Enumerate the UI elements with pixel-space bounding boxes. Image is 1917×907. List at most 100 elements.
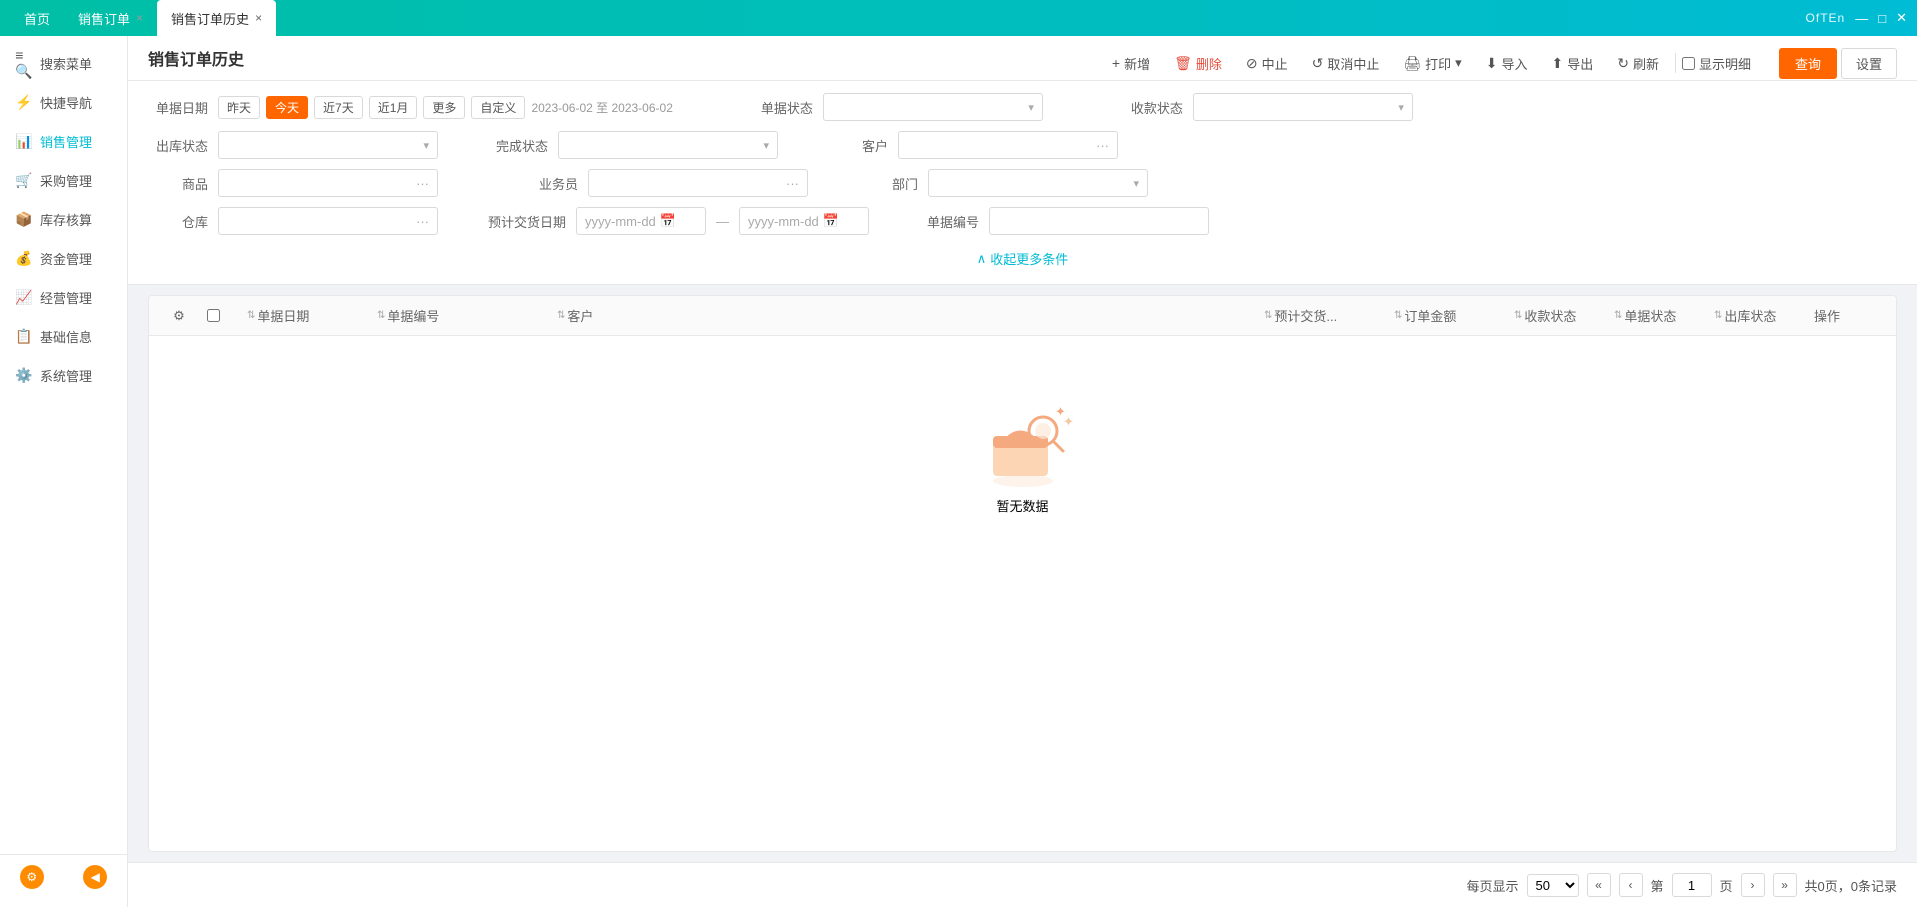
warehouse-input[interactable]: ···	[218, 207, 438, 235]
sidebar-item-capital-mgmt-label: 资金管理	[40, 249, 92, 268]
sidebar-settings-icon[interactable]: ⚙	[20, 865, 44, 889]
today-btn[interactable]: 今天	[266, 96, 308, 119]
th-pay-status[interactable]: ⇅ 收款状态	[1506, 306, 1606, 325]
sidebar-item-operation-mgmt[interactable]: 📈 经营管理	[0, 278, 127, 317]
tab-sales-order[interactable]: 销售订单 ×	[64, 0, 157, 36]
show-detail-label[interactable]: 显示明细	[1682, 54, 1751, 73]
order-status-select[interactable]: ▾	[823, 93, 1043, 121]
window-max-btn[interactable]: □	[1878, 11, 1886, 26]
yesterday-btn[interactable]: 昨天	[218, 96, 260, 119]
table-area: ⚙ ⇅ 单据日期 ⇅ 单据编号 ⇅ 客户 ⇅	[148, 295, 1897, 852]
tab-home[interactable]: 首页	[10, 0, 64, 36]
last1month-btn[interactable]: 近1月	[369, 96, 418, 119]
more-btn[interactable]: 更多	[423, 96, 465, 119]
print-button[interactable]: 🖨 打印 ▾	[1393, 50, 1471, 77]
delivery-start-input[interactable]: yyyy-mm-dd 📅	[576, 207, 706, 235]
sidebar-item-basic-info[interactable]: 📋 基础信息	[0, 317, 127, 356]
sidebar-collapse-icon[interactable]: ◀	[83, 865, 107, 889]
delete-icon: 🗑	[1174, 55, 1192, 72]
th-order-no[interactable]: ⇅ 单据编号	[369, 306, 549, 325]
delivery-start-placeholder: yyyy-mm-dd	[585, 214, 656, 229]
query-button[interactable]: 查询	[1779, 48, 1837, 79]
import-label: 导入	[1501, 54, 1527, 73]
customer-input[interactable]: ···	[898, 131, 1118, 159]
refresh-button[interactable]: ↻ 刷新	[1607, 50, 1669, 77]
settings-button[interactable]: 设置	[1841, 48, 1897, 79]
pay-status-arrow-icon: ▾	[1398, 101, 1404, 114]
delivery-end-cal-icon: 📅	[823, 213, 839, 229]
total-text: 共0页，0条记录	[1805, 876, 1897, 895]
svg-text:✦: ✦	[1063, 414, 1073, 429]
import-icon: ⬇	[1486, 55, 1498, 72]
department-select[interactable]: ▾	[928, 169, 1148, 197]
last-page-btn[interactable]: »	[1773, 873, 1797, 897]
custom-btn[interactable]: 自定义	[471, 96, 525, 119]
often-text: OfTEn	[1806, 11, 1846, 25]
sidebar-item-sales-mgmt[interactable]: 📊 销售管理	[0, 122, 127, 161]
sidebar-item-quick-nav[interactable]: ⚡ 快捷导航	[0, 83, 127, 122]
completion-status-arrow-icon: ▾	[763, 139, 769, 152]
last7-btn[interactable]: 近7天	[314, 96, 363, 119]
th-date[interactable]: ⇅ 单据日期	[239, 306, 369, 325]
refresh-icon: ↻	[1617, 55, 1629, 72]
capital-mgmt-icon: 💰	[16, 251, 32, 267]
salesperson-input[interactable]: ···	[588, 169, 808, 197]
sidebar-item-sys-mgmt[interactable]: ⚙️ 系统管理	[0, 356, 127, 395]
th-expected-delivery[interactable]: ⇅ 预计交货...	[1256, 306, 1386, 325]
sidebar-item-capital-mgmt[interactable]: 💰 资金管理	[0, 239, 127, 278]
stop-button[interactable]: ⊘ 中止	[1236, 50, 1298, 77]
tab-sales-order-history-close[interactable]: ×	[255, 11, 262, 25]
tab-sales-order-history[interactable]: 销售订单历史 ×	[157, 0, 276, 36]
collapse-btn[interactable]: ∧ 收起更多条件	[148, 245, 1897, 272]
sort-icon-order-status: ⇅	[1614, 310, 1622, 321]
th-amount[interactable]: ⇅ 订单金额	[1386, 306, 1506, 325]
completion-status-label: 完成状态	[488, 136, 548, 155]
outbound-status-select[interactable]: ▾	[218, 131, 438, 159]
tab-sales-order-close[interactable]: ×	[136, 11, 143, 25]
quick-nav-icon: ⚡	[16, 95, 32, 111]
page-number-input[interactable]	[1672, 873, 1712, 897]
product-input[interactable]: ···	[218, 169, 438, 197]
sales-mgmt-icon: 📊	[16, 134, 32, 150]
delivery-end-input[interactable]: yyyy-mm-dd 📅	[739, 207, 869, 235]
salesperson-label: 业务员	[518, 174, 578, 193]
department-arrow-icon: ▾	[1133, 177, 1139, 190]
window-close-btn[interactable]: ✕	[1896, 10, 1907, 26]
page-size-select[interactable]: 10 20 50 100	[1527, 874, 1579, 897]
sidebar: ≡🔍 搜索菜单 ⚡ 快捷导航 📊 销售管理 🛒 采购管理 📦 库存核算 💰 资金…	[0, 36, 128, 907]
pay-status-select[interactable]: ▾	[1193, 93, 1413, 121]
completion-status-select[interactable]: ▾	[558, 131, 778, 159]
next-page-btn[interactable]: ›	[1741, 873, 1765, 897]
order-no-label: 单据编号	[919, 212, 979, 231]
sort-icon-expected-delivery: ⇅	[1264, 310, 1272, 321]
th-settings[interactable]: ⚙	[159, 308, 199, 324]
order-no-input[interactable]	[989, 207, 1209, 235]
th-order-status[interactable]: ⇅ 单据状态	[1606, 306, 1706, 325]
new-button[interactable]: + 新增	[1102, 50, 1160, 77]
th-checkbox[interactable]	[199, 309, 239, 322]
department-label: 部门	[858, 174, 918, 193]
sort-icon-pay-status: ⇅	[1514, 310, 1522, 321]
sidebar-item-purchase-mgmt[interactable]: 🛒 采购管理	[0, 161, 127, 200]
page-title: 销售订单历史	[148, 46, 244, 70]
toolbar-divider	[1675, 53, 1676, 73]
cancel-stop-button[interactable]: ↺ 取消中止	[1302, 50, 1390, 77]
page-label: 页	[1720, 876, 1733, 895]
prev-page-btn[interactable]: ‹	[1619, 873, 1643, 897]
print-arrow-icon: ▾	[1455, 55, 1462, 71]
th-customer[interactable]: ⇅ 客户	[549, 306, 1256, 325]
select-all-checkbox[interactable]	[207, 309, 220, 322]
sidebar-item-inventory[interactable]: 📦 库存核算	[0, 200, 127, 239]
delete-button[interactable]: 🗑 删除	[1164, 50, 1232, 77]
window-min-btn[interactable]: —	[1855, 11, 1868, 26]
import-button[interactable]: ⬇ 导入	[1476, 50, 1538, 77]
outbound-status-label: 出库状态	[148, 136, 208, 155]
order-status-arrow-icon: ▾	[1028, 101, 1034, 114]
table-header: ⚙ ⇅ 单据日期 ⇅ 单据编号 ⇅ 客户 ⇅	[149, 296, 1896, 336]
th-outbound-status-label: 出库状态	[1724, 306, 1776, 325]
first-page-btn[interactable]: «	[1587, 873, 1611, 897]
sidebar-item-search-menu[interactable]: ≡🔍 搜索菜单	[0, 44, 127, 83]
export-button[interactable]: ⬆ 导出	[1541, 50, 1603, 77]
th-outbound-status[interactable]: ⇅ 出库状态	[1706, 306, 1806, 325]
show-detail-checkbox[interactable]	[1682, 57, 1695, 70]
